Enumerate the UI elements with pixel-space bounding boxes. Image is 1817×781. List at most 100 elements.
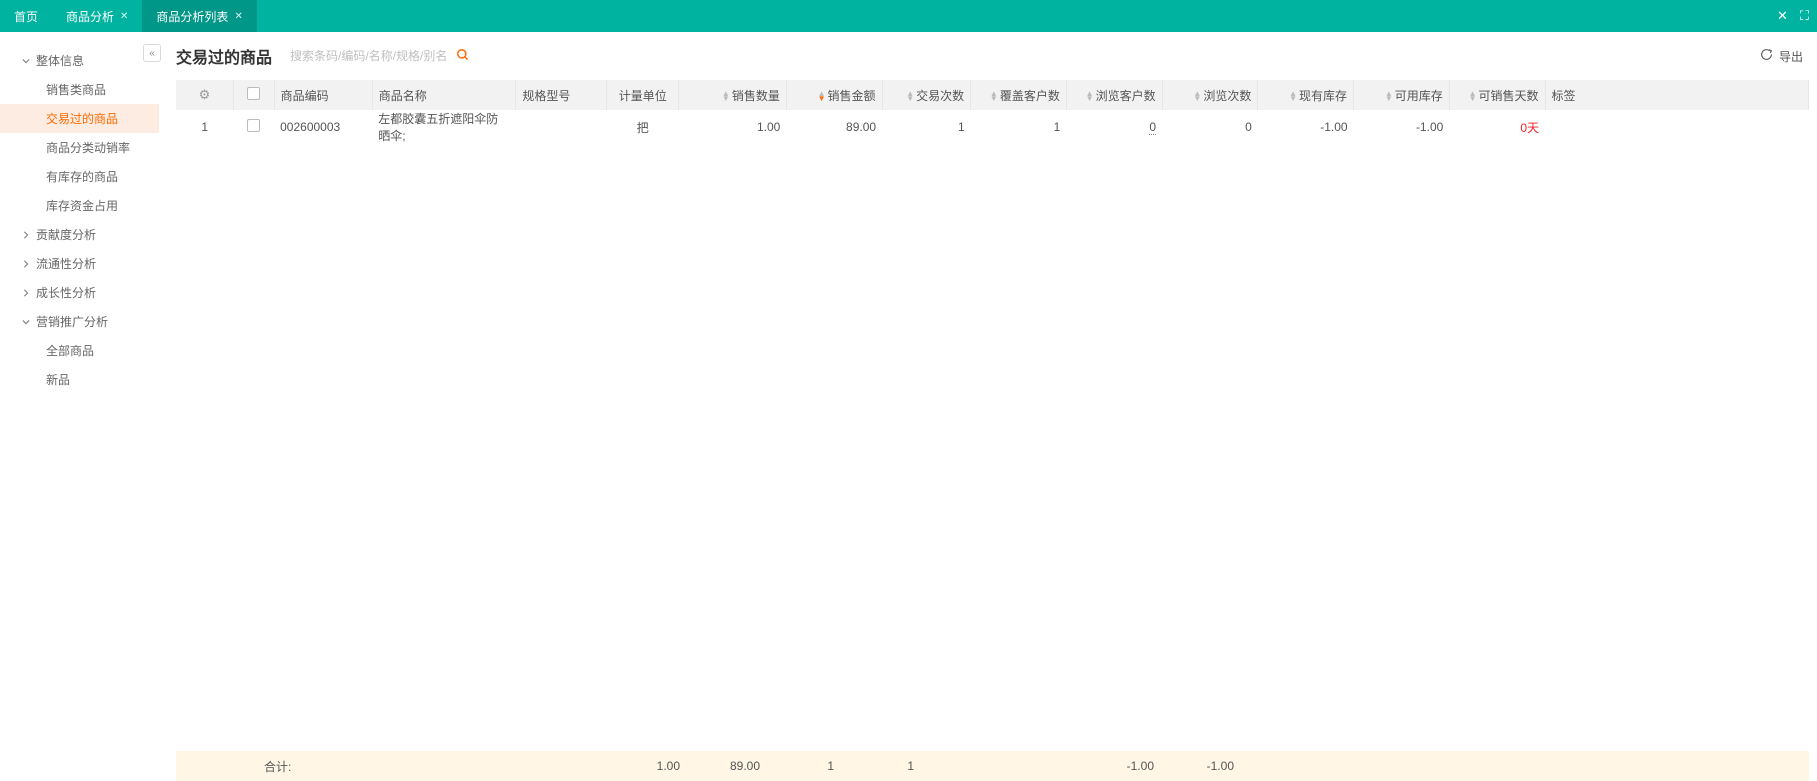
col-label: 可用库存 bbox=[1395, 89, 1443, 103]
export-label: 导出 bbox=[1779, 48, 1803, 65]
table-header-row: ⚙商品编码商品名称规格型号计量单位▲▼销售数量▲▼销售金额▲▼交易次数▲▼覆盖客… bbox=[176, 80, 1809, 110]
chevron-down-icon bbox=[22, 54, 30, 68]
gear-icon[interactable]: ⚙ bbox=[199, 87, 211, 102]
col-header-sales_amt[interactable]: ▲▼销售金额 bbox=[786, 80, 882, 110]
tab-0[interactable]: 首页 bbox=[0, 0, 52, 32]
col-header-view_cust[interactable]: ▲▼浏览客户数 bbox=[1066, 80, 1162, 110]
sort-icon: ▲▼ bbox=[1469, 91, 1477, 101]
footer-cell-sales_qty: 1.00 bbox=[596, 759, 686, 773]
col-header-spec: 规格型号 bbox=[516, 80, 607, 110]
nav-group-label: 成长性分析 bbox=[36, 284, 96, 301]
sort-icon: ▲▼ bbox=[906, 91, 914, 101]
col-header-days[interactable]: ▲▼可销售天数 bbox=[1449, 80, 1545, 110]
days-value: 0天 bbox=[1520, 121, 1539, 135]
nav-item-0-1[interactable]: 交易过的商品 bbox=[0, 104, 159, 133]
footer-cell-sales_amt: 89.00 bbox=[686, 759, 766, 773]
page-title: 交易过的商品 bbox=[176, 44, 272, 68]
cell-view_cnt: 0 bbox=[1162, 110, 1258, 145]
col-label: 可销售天数 bbox=[1479, 89, 1539, 103]
nav-group-3[interactable]: 成长性分析 bbox=[0, 278, 159, 307]
cell-sales_amt: 89.00 bbox=[786, 110, 882, 145]
nav-group-2[interactable]: 流通性分析 bbox=[0, 249, 159, 278]
col-label: 标签 bbox=[1552, 89, 1576, 103]
cell-sales_qty: 1.00 bbox=[679, 110, 787, 145]
table-footer-total: 合计:1.0089.0011-1.00-1.00 bbox=[176, 751, 1809, 781]
sort-icon: ▲▼ bbox=[1385, 91, 1393, 101]
footer-cell-cust_cnt: 1 bbox=[840, 759, 920, 773]
col-header-check bbox=[233, 80, 274, 110]
nav-item-4-1[interactable]: 新品 bbox=[0, 365, 159, 394]
sort-icon: ▲▼ bbox=[1193, 91, 1201, 101]
sort-icon: ▲▼ bbox=[990, 91, 998, 101]
tab-2[interactable]: 商品分析列表 ✕ bbox=[142, 0, 256, 32]
cell-name: 左都胶囊五折遮阳伞防晒伞; bbox=[372, 110, 516, 145]
col-header-name: 商品名称 bbox=[372, 80, 516, 110]
export-button[interactable]: 导出 bbox=[1760, 48, 1803, 65]
nav-group-0[interactable]: 整体信息 bbox=[0, 46, 159, 75]
cell-code: 002600003 bbox=[274, 110, 372, 145]
col-label: 规格型号 bbox=[522, 89, 570, 103]
tab-bar-actions: ✕⛶ bbox=[1777, 0, 1817, 32]
cell-gear: 1 bbox=[176, 110, 233, 145]
tab-1[interactable]: 商品分析 ✕ bbox=[52, 0, 142, 32]
nav-group-label: 整体信息 bbox=[36, 52, 84, 69]
row-checkbox[interactable] bbox=[247, 119, 260, 132]
col-label: 销售数量 bbox=[732, 89, 780, 103]
nav-group-label: 流通性分析 bbox=[36, 255, 96, 272]
col-header-view_cnt[interactable]: ▲▼浏览次数 bbox=[1162, 80, 1258, 110]
col-header-gear: ⚙ bbox=[176, 80, 233, 110]
footer-cell-code: 合计: bbox=[258, 758, 340, 775]
sidebar: « 整体信息销售类商品交易过的商品商品分类动销率有库存的商品库存资金占用贡献度分… bbox=[0, 32, 160, 781]
tab-label: 商品分析列表 bbox=[156, 8, 228, 25]
col-label: 交易次数 bbox=[916, 89, 964, 103]
nav-group-4[interactable]: 营销推广分析 bbox=[0, 307, 159, 336]
col-header-tag: 标签 bbox=[1545, 80, 1808, 110]
search-box bbox=[290, 45, 470, 67]
nav-item-0-3[interactable]: 有库存的商品 bbox=[0, 162, 159, 191]
col-label: 浏览客户数 bbox=[1096, 89, 1156, 103]
footer-cell-stock: -1.00 bbox=[1080, 759, 1160, 773]
nav-group-1[interactable]: 贡献度分析 bbox=[0, 220, 159, 249]
cell-tag bbox=[1545, 110, 1808, 145]
sidebar-collapse-button[interactable]: « bbox=[143, 44, 161, 62]
col-header-stock[interactable]: ▲▼现有库存 bbox=[1258, 80, 1354, 110]
sort-icon: ▲▼ bbox=[1289, 91, 1297, 101]
close-icon[interactable]: ✕ bbox=[120, 11, 128, 22]
close-icon[interactable]: ✕ bbox=[234, 11, 242, 22]
col-label: 计量单位 bbox=[619, 89, 667, 103]
fullscreen-icon[interactable]: ⛶ bbox=[1800, 8, 1807, 24]
select-all-checkbox[interactable] bbox=[247, 87, 260, 100]
chevron-right-icon bbox=[22, 228, 30, 242]
chevron-left-icon: « bbox=[149, 48, 155, 59]
nav-item-4-0[interactable]: 全部商品 bbox=[0, 336, 159, 365]
col-label: 覆盖客户数 bbox=[1000, 89, 1060, 103]
nav-item-0-2[interactable]: 商品分类动销率 bbox=[0, 133, 159, 162]
top-tab-bar: 首页商品分析✕商品分析列表✕✕⛶ bbox=[0, 0, 1817, 32]
footer-cell-trade_cnt: 1 bbox=[766, 759, 840, 773]
nav-item-0-4[interactable]: 库存资金占用 bbox=[0, 191, 159, 220]
close-all-icon[interactable]: ✕ bbox=[1777, 8, 1788, 24]
view-cust-value[interactable]: 0 bbox=[1149, 120, 1156, 135]
col-header-code: 商品编码 bbox=[274, 80, 372, 110]
search-input[interactable] bbox=[290, 45, 450, 67]
col-label: 商品名称 bbox=[379, 89, 427, 103]
cell-days: 0天 bbox=[1449, 110, 1545, 145]
col-header-cust_cnt[interactable]: ▲▼覆盖客户数 bbox=[971, 80, 1067, 110]
cell-stock: -1.00 bbox=[1258, 110, 1354, 145]
search-icon[interactable] bbox=[456, 48, 470, 65]
nav-item-0-0[interactable]: 销售类商品 bbox=[0, 75, 159, 104]
tab-label: 商品分析 bbox=[66, 8, 114, 25]
table-row[interactable]: 1002600003左都胶囊五折遮阳伞防晒伞;把1.0089.001100-1.… bbox=[176, 110, 1809, 145]
col-label: 浏览次数 bbox=[1203, 89, 1251, 103]
export-icon bbox=[1760, 48, 1773, 64]
col-label: 销售金额 bbox=[828, 89, 876, 103]
cell-trade_cnt: 1 bbox=[882, 110, 971, 145]
cell-view_cust: 0 bbox=[1066, 110, 1162, 145]
page-header: 交易过的商品 导出 bbox=[168, 32, 1817, 80]
chevron-right-icon bbox=[22, 286, 30, 300]
sort-icon: ▲▼ bbox=[818, 91, 826, 101]
nav-group-label: 贡献度分析 bbox=[36, 226, 96, 243]
col-header-trade_cnt[interactable]: ▲▼交易次数 bbox=[882, 80, 971, 110]
col-header-sales_qty[interactable]: ▲▼销售数量 bbox=[679, 80, 787, 110]
col-header-avail[interactable]: ▲▼可用库存 bbox=[1354, 80, 1450, 110]
